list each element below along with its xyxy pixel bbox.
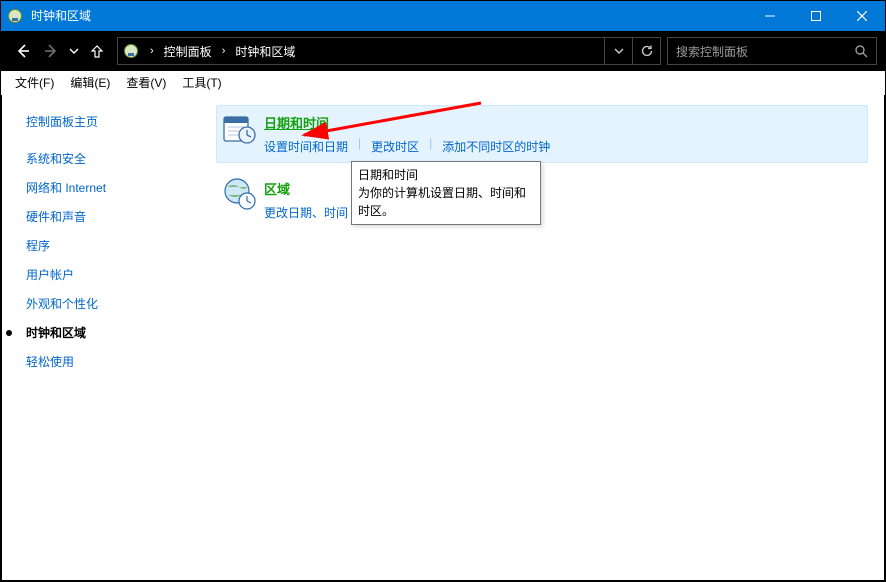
link-change-date-time-format[interactable]: 更改日期、时间 (264, 202, 348, 223)
menu-file[interactable]: 文件(F) (7, 71, 62, 94)
link-set-time-date[interactable]: 设置时间和日期 (264, 136, 348, 157)
category-date-time[interactable]: 日期和时间 设置时间和日期 | 更改时区 | 添加不同时区的时钟 (216, 105, 868, 163)
address-dropdown-button[interactable] (604, 38, 632, 64)
tooltip: 日期和时间 为你的计算机设置日期、时间和时区。 (351, 161, 541, 225)
tooltip-title: 日期和时间 (358, 166, 534, 184)
search-icon[interactable] (854, 44, 868, 58)
sidebar-item-ease-of-access[interactable]: 轻松使用 (22, 347, 204, 376)
nav-up-button[interactable] (83, 37, 111, 65)
menu-tools[interactable]: 工具(T) (174, 71, 229, 94)
breadcrumb-root[interactable]: 控制面板 (160, 43, 216, 60)
control-panel-icon (118, 43, 144, 59)
nav-forward-button[interactable] (37, 37, 65, 65)
close-button[interactable] (839, 1, 885, 31)
nav-row: › 控制面板 › 时钟和区域 搜索控制面板 (1, 31, 885, 71)
separator: | (419, 136, 442, 157)
clock-calendar-icon (220, 111, 260, 151)
control-panel-icon (1, 8, 29, 24)
category-region[interactable]: 区域 更改日期、时间 (216, 171, 868, 229)
chevron-right-icon[interactable]: › (216, 45, 232, 57)
window-title: 时钟和区域 (29, 1, 747, 31)
menu-bar: 文件(F) 编辑(E) 查看(V) 工具(T) (1, 71, 885, 95)
globe-clock-icon (220, 177, 260, 217)
search-placeholder: 搜索控制面板 (676, 43, 854, 60)
category-region-title[interactable]: 区域 (264, 177, 290, 202)
separator: | (348, 136, 371, 157)
sidebar-item-appearance[interactable]: 外观和个性化 (22, 289, 204, 318)
address-bar[interactable]: › 控制面板 › 时钟和区域 (117, 37, 661, 65)
sidebar-item-network-internet[interactable]: 网络和 Internet (22, 173, 204, 202)
menu-view[interactable]: 查看(V) (118, 71, 174, 94)
nav-back-button[interactable] (9, 37, 37, 65)
recent-locations-button[interactable] (65, 37, 83, 65)
link-change-timezone[interactable]: 更改时区 (371, 136, 419, 157)
sidebar-item-programs[interactable]: 程序 (22, 231, 204, 260)
maximize-button[interactable] (793, 1, 839, 31)
refresh-button[interactable] (632, 38, 660, 64)
sidebar-item-system-security[interactable]: 系统和安全 (22, 144, 204, 173)
category-date-time-title[interactable]: 日期和时间 (264, 111, 329, 136)
titlebar: 时钟和区域 (1, 1, 885, 31)
sidebar-header[interactable]: 控制面板主页 (22, 107, 204, 136)
content-area: 日期和时间 设置时间和日期 | 更改时区 | 添加不同时区的时钟 (212, 95, 884, 580)
tooltip-body: 为你的计算机设置日期、时间和时区。 (358, 184, 534, 220)
sidebar-item-clock-region[interactable]: 时钟和区域 (22, 318, 204, 347)
search-box[interactable]: 搜索控制面板 (667, 37, 877, 65)
chevron-right-icon[interactable]: › (144, 45, 160, 57)
sidebar-item-user-accounts[interactable]: 用户帐户 (22, 260, 204, 289)
breadcrumb-current[interactable]: 时钟和区域 (231, 43, 299, 60)
minimize-button[interactable] (747, 1, 793, 31)
link-add-clocks[interactable]: 添加不同时区的时钟 (442, 136, 550, 157)
menu-edit[interactable]: 编辑(E) (62, 71, 118, 94)
sidebar: 控制面板主页 系统和安全 网络和 Internet 硬件和声音 程序 用户帐户 … (2, 95, 212, 580)
sidebar-item-hardware-sound[interactable]: 硬件和声音 (22, 202, 204, 231)
control-panel-window: 时钟和区域 (0, 0, 886, 582)
